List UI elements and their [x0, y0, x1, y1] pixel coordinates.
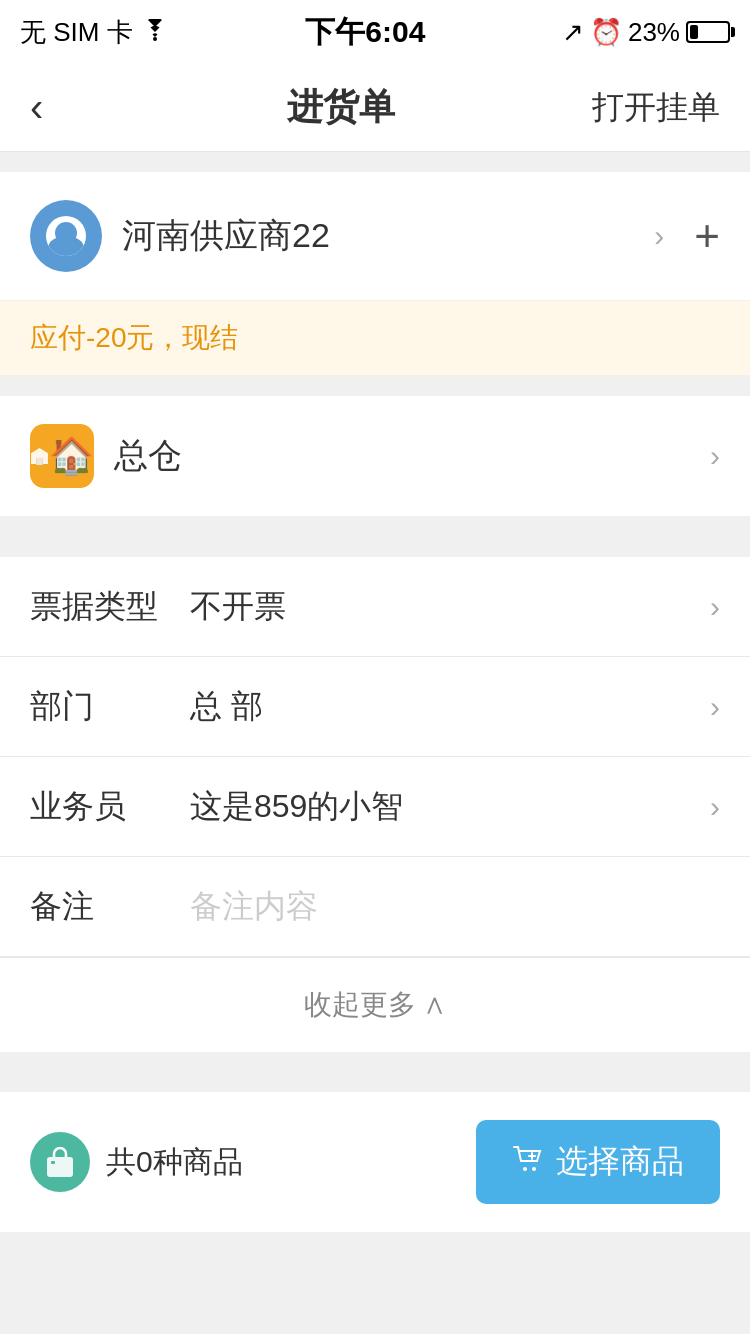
collapse-button[interactable]: 收起更多 ∧	[0, 957, 750, 1052]
invoice-type-chevron-icon: ›	[710, 590, 720, 624]
product-bag-icon	[30, 1132, 90, 1192]
warehouse-name: 总仓	[114, 433, 710, 479]
department-row[interactable]: 部门 总 部 ›	[0, 657, 750, 757]
svg-rect-3	[51, 1161, 55, 1164]
cart-icon	[512, 1145, 544, 1180]
warehouse-row[interactable]: 🏠 总仓 ›	[0, 396, 750, 517]
supplier-chevron-icon: ›	[654, 219, 664, 253]
sales-rep-label: 业务员	[30, 785, 190, 829]
product-section: 共0种商品 选择商品	[0, 1092, 750, 1232]
collapse-label: 收起更多 ∧	[304, 986, 447, 1024]
svg-point-4	[523, 1167, 527, 1171]
avatar-inner	[46, 216, 86, 256]
supplier-name: 河南供应商22	[122, 213, 654, 259]
status-bar: 无 SIM 卡 下午6:04 ↗ ⏰ 23%	[0, 0, 750, 64]
section-divider-2	[0, 376, 750, 396]
warehouse-section: 🏠 总仓 ›	[0, 396, 750, 517]
remark-input[interactable]: 备注内容	[190, 885, 720, 929]
battery-icon	[686, 21, 730, 43]
supplier-avatar	[30, 200, 102, 272]
alarm-icon: ⏰	[590, 17, 622, 48]
status-time: 下午6:04	[305, 12, 425, 53]
invoice-type-label: 票据类型	[30, 585, 190, 629]
remark-label: 备注	[30, 885, 190, 929]
wifi-icon	[141, 17, 169, 48]
open-pending-button[interactable]: 打开挂单	[592, 86, 720, 130]
nav-bar: ‹ 进货单 打开挂单	[0, 64, 750, 152]
svg-rect-2	[47, 1157, 73, 1177]
section-divider-1	[0, 152, 750, 172]
sales-rep-row[interactable]: 业务员 这是859的小智 ›	[0, 757, 750, 857]
notice-banner: 应付-20元，现结	[0, 301, 750, 376]
product-count-text: 共0种商品	[106, 1142, 243, 1183]
location-icon: ↗	[562, 17, 584, 48]
supplier-row[interactable]: 河南供应商22 › +	[0, 172, 750, 301]
department-chevron-icon: ›	[710, 690, 720, 724]
back-button[interactable]: ‹	[30, 85, 90, 130]
page-background-bottom	[0, 1232, 750, 1334]
svg-point-0	[153, 37, 157, 41]
carrier-label: 无 SIM 卡	[20, 15, 133, 50]
svg-point-5	[532, 1167, 536, 1171]
battery-percent: 23%	[628, 17, 680, 48]
sales-rep-chevron-icon: ›	[710, 790, 720, 824]
status-right: ↗ ⏰ 23%	[562, 17, 730, 48]
department-label: 部门	[30, 685, 190, 729]
invoice-type-value: 不开票	[190, 585, 710, 629]
warehouse-chevron-icon: ›	[710, 439, 720, 473]
section-divider-4	[0, 1052, 750, 1072]
supplier-section: 河南供应商22 › + 应付-20元，现结	[0, 172, 750, 376]
avatar-body	[48, 236, 84, 256]
section-divider-3	[0, 517, 750, 537]
product-count-area: 共0种商品	[30, 1132, 243, 1192]
warehouse-icon: 🏠	[30, 424, 94, 488]
remark-row[interactable]: 备注 备注内容	[0, 857, 750, 957]
form-section: 票据类型 不开票 › 部门 总 部 › 业务员 这是859的小智 › 备注 备注…	[0, 557, 750, 1052]
svg-rect-1	[36, 459, 42, 465]
status-left: 无 SIM 卡	[20, 15, 169, 50]
select-product-label: 选择商品	[556, 1140, 684, 1184]
select-product-button[interactable]: 选择商品	[476, 1120, 720, 1204]
invoice-type-row[interactable]: 票据类型 不开票 ›	[0, 557, 750, 657]
department-value: 总 部	[190, 685, 710, 729]
add-supplier-button[interactable]: +	[694, 211, 720, 261]
page-title: 进货单	[287, 83, 395, 132]
sales-rep-value: 这是859的小智	[190, 785, 710, 829]
